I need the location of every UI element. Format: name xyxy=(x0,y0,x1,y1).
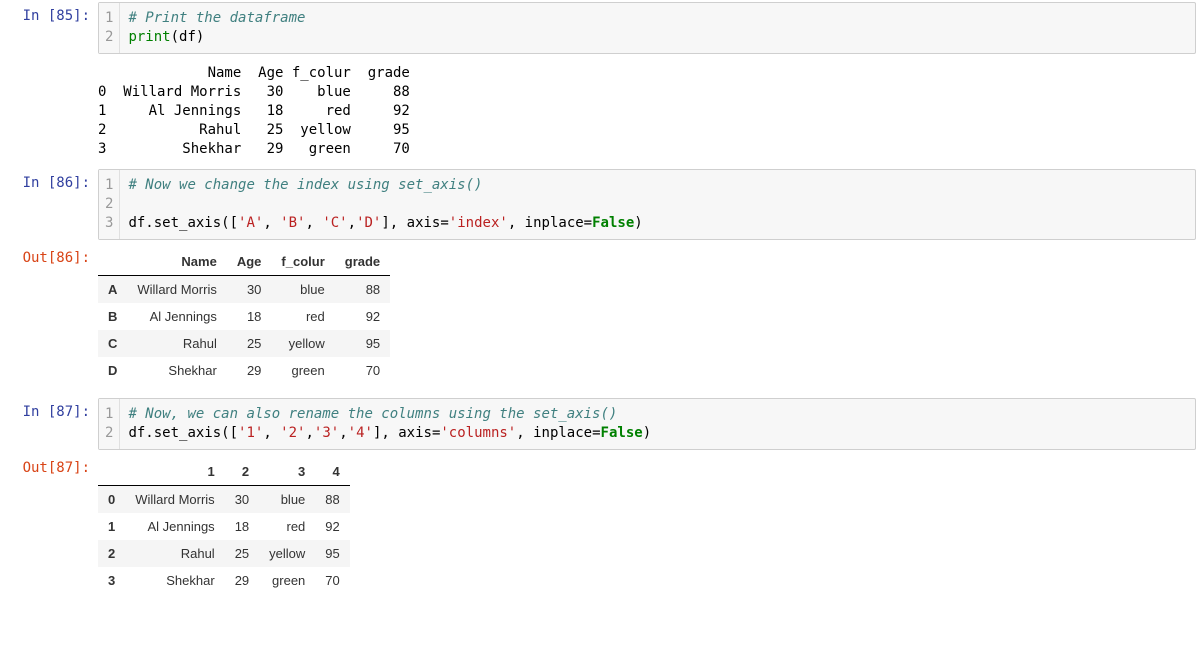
table-row: 1 Al Jennings 18 red 92 xyxy=(98,513,350,540)
row-index: C xyxy=(98,330,127,357)
row-index: A xyxy=(98,276,127,304)
row-index: B xyxy=(98,303,127,330)
out-prompt-87: Out[87]: xyxy=(0,454,98,476)
code-cell-87: In [87]: 1 2 # Now, we can also rename t… xyxy=(0,396,1202,452)
row-index: D xyxy=(98,357,127,384)
table-row: B Al Jennings 18 red 92 xyxy=(98,303,390,330)
row-index: 3 xyxy=(98,567,125,594)
in-prompt-85: In [85]: xyxy=(0,2,98,24)
stdout-85: Name Age f_colur grade 0 Willard Morris … xyxy=(98,58,1202,165)
table-row: 3 Shekhar 29 green 70 xyxy=(98,567,350,594)
output-cell-87: Out[87]: 1 2 3 4 0 Willard Morris 30 blu… xyxy=(0,452,1202,606)
code-input-86[interactable]: 1 2 3 # Now we change the index using se… xyxy=(98,169,1196,240)
col-header: 1 xyxy=(125,458,224,486)
output-cell-86: Out[86]: Name Age f_colur grade A Willar… xyxy=(0,242,1202,396)
row-index: 2 xyxy=(98,540,125,567)
in-prompt-87: In [87]: xyxy=(0,398,98,420)
table-row: D Shekhar 29 green 70 xyxy=(98,357,390,384)
table-row: A Willard Morris 30 blue 88 xyxy=(98,276,390,304)
corner-blank xyxy=(98,248,127,276)
code-cell-86: In [86]: 1 2 3 # Now we change the index… xyxy=(0,167,1202,242)
stdout-cell-85: X Name Age f_colur grade 0 Willard Morri… xyxy=(0,56,1202,167)
row-index: 0 xyxy=(98,486,125,514)
dataframe-table-87: 1 2 3 4 0 Willard Morris 30 blue 88 1 Al… xyxy=(98,458,350,594)
gutter-87: 1 2 xyxy=(99,399,120,449)
dataframe-table-86: Name Age f_colur grade A Willard Morris … xyxy=(98,248,390,384)
row-index: 1 xyxy=(98,513,125,540)
table-row: 0 Willard Morris 30 blue 88 xyxy=(98,486,350,514)
col-header: Name xyxy=(127,248,226,276)
code-text-85[interactable]: # Print the dataframe print(df) xyxy=(120,3,1195,53)
corner-blank xyxy=(98,458,125,486)
code-text-87[interactable]: # Now, we can also rename the columns us… xyxy=(120,399,1195,449)
code-input-85[interactable]: 1 2 # Print the dataframe print(df) xyxy=(98,2,1196,54)
in-prompt-86: In [86]: xyxy=(0,169,98,191)
gutter-85: 1 2 xyxy=(99,3,120,53)
col-header: f_colur xyxy=(271,248,334,276)
col-header: 3 xyxy=(259,458,315,486)
code-cell-85: In [85]: 1 2 # Print the dataframe print… xyxy=(0,0,1202,56)
col-header: Age xyxy=(227,248,272,276)
table-row: C Rahul 25 yellow 95 xyxy=(98,330,390,357)
table-row: 2 Rahul 25 yellow 95 xyxy=(98,540,350,567)
code-text-86[interactable]: # Now we change the index using set_axis… xyxy=(120,170,1195,239)
col-header: grade xyxy=(335,248,390,276)
df-output-87: 1 2 3 4 0 Willard Morris 30 blue 88 1 Al… xyxy=(98,454,1202,604)
gutter-86: 1 2 3 xyxy=(99,170,120,239)
col-header: 2 xyxy=(225,458,259,486)
code-input-87[interactable]: 1 2 # Now, we can also rename the column… xyxy=(98,398,1196,450)
col-header: 4 xyxy=(315,458,349,486)
out-prompt-86: Out[86]: xyxy=(0,244,98,266)
df-output-86: Name Age f_colur grade A Willard Morris … xyxy=(98,244,1202,394)
